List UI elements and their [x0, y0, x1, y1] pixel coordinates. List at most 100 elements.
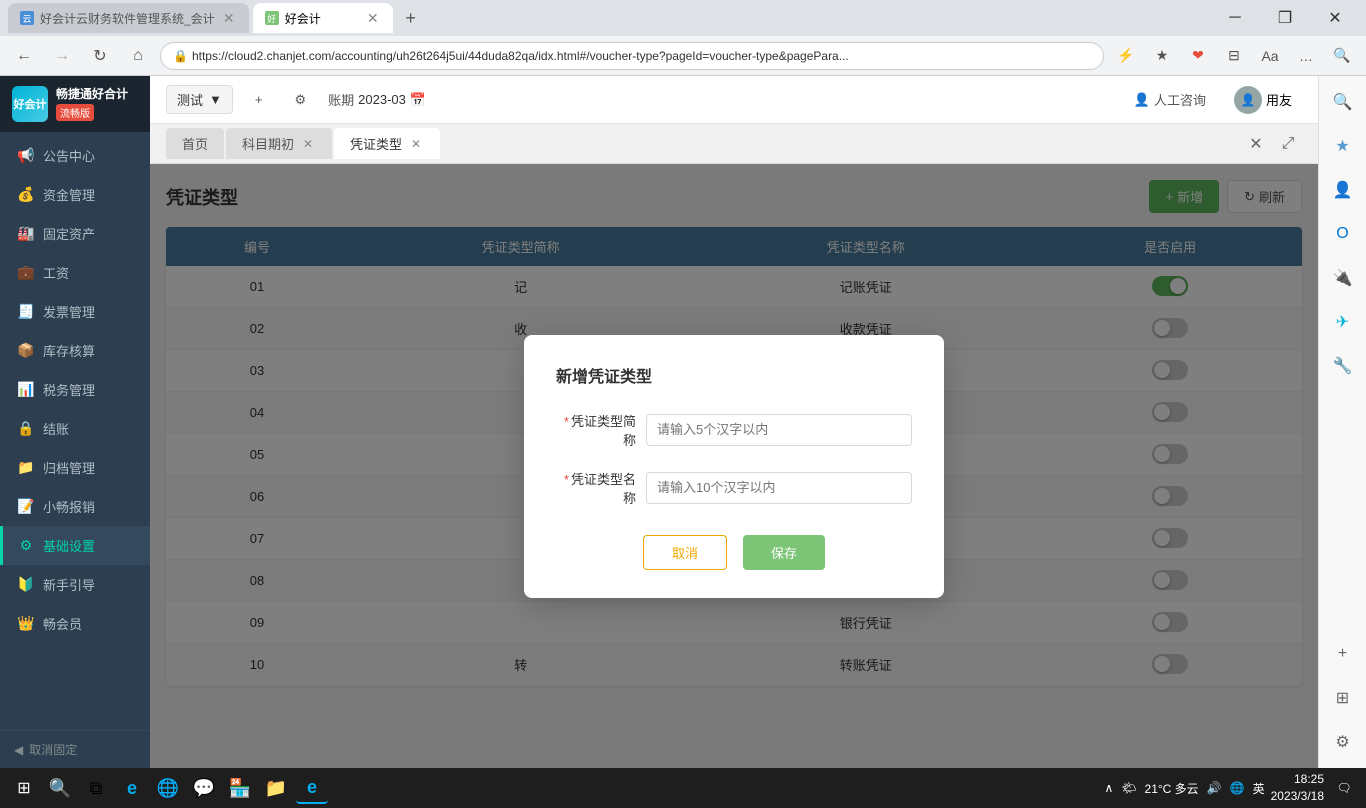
company-selector[interactable]: 测试 ▼ — [166, 85, 233, 114]
favorites-button[interactable]: ★ — [1146, 40, 1178, 72]
app-header: 测试 ▼ + ⚙ 账期 2023-03 📅 👤 人工咨询 — [150, 76, 1318, 124]
tab-expand-button[interactable]: ⤢ — [1274, 130, 1302, 158]
tab-voucher-type[interactable]: 凭证类型 ✕ — [334, 128, 440, 159]
sidebar-item-label: 固定资产 — [43, 224, 95, 243]
abbr-form-row: 凭证类型简称 — [556, 411, 912, 449]
sidebar-item-settlement[interactable]: 🔒 结账 — [0, 409, 150, 448]
consult-button[interactable]: 👤 人工咨询 — [1124, 86, 1216, 113]
network-icon[interactable]: 🌐 — [1230, 781, 1245, 795]
new-tab-button[interactable]: + — [397, 4, 425, 32]
volume-icon[interactable]: 🔊 — [1207, 781, 1222, 795]
taskbar-folder[interactable]: 📁 — [260, 772, 292, 804]
page-tabs: 首页 科目期初 ✕ 凭证类型 ✕ ✕ ⤢ — [150, 124, 1318, 164]
notification-button[interactable]: 🗨 — [1330, 774, 1358, 802]
minimize-button[interactable]: ─ — [1212, 3, 1258, 33]
sidebar-nav: 📢 公告中心 💰 资金管理 🏭 固定资产 💼 工资 🧾 发票管理 📦 库 — [0, 132, 150, 730]
forward-button[interactable]: → — [46, 40, 78, 72]
right-grid-button[interactable]: ⊞ — [1325, 680, 1361, 716]
abbr-input[interactable] — [646, 414, 912, 446]
address-bar: ← → ↻ ⌂ 🔒 https://cloud2.chanjet.com/acc… — [0, 36, 1366, 76]
restore-button[interactable]: ❐ — [1262, 3, 1308, 33]
browser-settings-button[interactable]: … — [1290, 40, 1322, 72]
taskbar-store[interactable]: 🏪 — [224, 772, 256, 804]
toolbar-right: ⚡ ★ ❤ ⊟ Aa … 🔍 — [1110, 40, 1358, 72]
tab-voucher-close[interactable]: ✕ — [408, 136, 424, 152]
right-user-button[interactable]: 👤 — [1325, 172, 1361, 208]
right-settings-button[interactable]: ⚙ — [1325, 724, 1361, 760]
browser-tab-2[interactable]: 好 好会计 ✕ — [253, 3, 393, 33]
tab1-label: 好会计云财务软件管理系统_会计 — [40, 10, 215, 27]
header-settings-button[interactable]: ⚙ — [284, 88, 316, 112]
sidebar-footer[interactable]: ◀ 取消固定 — [0, 730, 150, 768]
taskbar-edge2[interactable]: e — [296, 772, 328, 804]
add-company-button[interactable]: + — [245, 88, 273, 111]
close-button[interactable]: ✕ — [1312, 3, 1358, 33]
name-input[interactable] — [646, 472, 912, 504]
right-panel: 🔍 ★ 👤 O 🔌 ✈ 🔧 + ⊞ ⚙ — [1318, 76, 1366, 768]
right-send-button[interactable]: ✈ — [1325, 304, 1361, 340]
calendar-icon[interactable]: 📅 — [410, 92, 426, 108]
right-outlook-button[interactable]: O — [1325, 216, 1361, 252]
funds-icon: 💰 — [17, 186, 35, 204]
sidebar-item-tax[interactable]: 📊 税务管理 — [0, 370, 150, 409]
ime-label[interactable]: 英 — [1253, 780, 1265, 797]
browser-tab-1[interactable]: 云 好会计云财务软件管理系统_会计 ✕ — [8, 3, 249, 33]
sidebar-item-funds[interactable]: 💰 资金管理 — [0, 175, 150, 214]
right-add-button[interactable]: + — [1325, 636, 1361, 672]
save-button[interactable]: 保存 — [743, 535, 825, 570]
reload-button[interactable]: ↻ — [84, 40, 116, 72]
taskbar-edge[interactable]: e — [116, 772, 148, 804]
address-input[interactable]: 🔒 https://cloud2.chanjet.com/accounting/… — [160, 42, 1104, 70]
start-button[interactable]: ⊞ — [8, 772, 40, 804]
abbr-label: 凭证类型简称 — [556, 411, 646, 449]
sidebar-item-label: 结账 — [43, 419, 69, 438]
sidebar-item-guide[interactable]: 🔰 新手引导 — [0, 565, 150, 604]
modal-title: 新增凭证类型 — [556, 363, 912, 387]
sidebar-item-label: 小畅报销 — [43, 497, 95, 516]
logo-text: 畅捷通好合计 — [56, 87, 128, 103]
tab-subject-close[interactable]: ✕ — [300, 136, 316, 152]
extensions-button[interactable]: ⚡ — [1110, 40, 1142, 72]
reading-view-button[interactable]: Aa — [1254, 40, 1286, 72]
right-search-button[interactable]: 🔍 — [1325, 84, 1361, 120]
split-button[interactable]: ⊟ — [1218, 40, 1250, 72]
window-controls: ─ ❐ ✕ — [1212, 3, 1358, 33]
sidebar-item-member[interactable]: 👑 畅会员 — [0, 604, 150, 643]
cancel-button[interactable]: 取消 — [643, 535, 727, 570]
right-favorites-button[interactable]: ★ — [1325, 128, 1361, 164]
home-button[interactable]: ⌂ — [122, 40, 154, 72]
settings-icon: ⚙ — [17, 537, 35, 555]
sidebar-item-inventory[interactable]: 📦 库存核算 — [0, 331, 150, 370]
add-voucher-modal: 新增凭证类型 凭证类型简称 凭证类型名称 取消 保存 — [524, 335, 944, 598]
back-button[interactable]: ← — [8, 40, 40, 72]
taskbar-wechat[interactable]: 💬 — [188, 772, 220, 804]
taskbar-datetime[interactable]: 18:25 2023/3/18 — [1271, 771, 1324, 805]
tab-subject-period[interactable]: 科目期初 ✕ — [226, 128, 332, 159]
tab-close-panel-button[interactable]: ✕ — [1242, 130, 1270, 158]
member-icon: 👑 — [17, 615, 35, 633]
tab1-close[interactable]: ✕ — [221, 10, 237, 26]
user-info[interactable]: 👤 用友 — [1224, 82, 1302, 118]
collections-button[interactable]: ❤ — [1182, 40, 1214, 72]
taskbar-search[interactable]: 🔍 — [44, 772, 76, 804]
sidebar-item-announcement[interactable]: 📢 公告中心 — [0, 136, 150, 175]
sidebar-item-payroll[interactable]: 💼 工资 — [0, 253, 150, 292]
search-sidebar-button[interactable]: 🔍 — [1326, 40, 1358, 72]
sidebar-item-archive[interactable]: 📁 归档管理 — [0, 448, 150, 487]
modal-overlay: 新增凭证类型 凭证类型简称 凭证类型名称 取消 保存 — [150, 164, 1318, 768]
plus-icon: + — [255, 92, 263, 107]
sidebar-item-label: 新手引导 — [43, 575, 95, 594]
sidebar-logo: 好会计 畅捷通好合计 流畅版 — [0, 76, 150, 132]
tab-home[interactable]: 首页 — [166, 128, 224, 159]
right-extension2-button[interactable]: 🔧 — [1325, 348, 1361, 384]
right-extension-button[interactable]: 🔌 — [1325, 260, 1361, 296]
taskbar-taskview[interactable]: ⧉ — [80, 772, 112, 804]
tab2-favicon: 好 — [265, 11, 279, 25]
sidebar-item-settings[interactable]: ⚙ 基础设置 — [0, 526, 150, 565]
taskbar-chrome[interactable]: 🌐 — [152, 772, 184, 804]
sidebar-item-expense[interactable]: 📝 小畅报销 — [0, 487, 150, 526]
sidebar-item-invoice[interactable]: 🧾 发票管理 — [0, 292, 150, 331]
tab2-close[interactable]: ✕ — [365, 10, 381, 26]
sys-expand-icon[interactable]: ∧ — [1105, 781, 1114, 795]
sidebar-item-fixed-assets[interactable]: 🏭 固定资产 — [0, 214, 150, 253]
